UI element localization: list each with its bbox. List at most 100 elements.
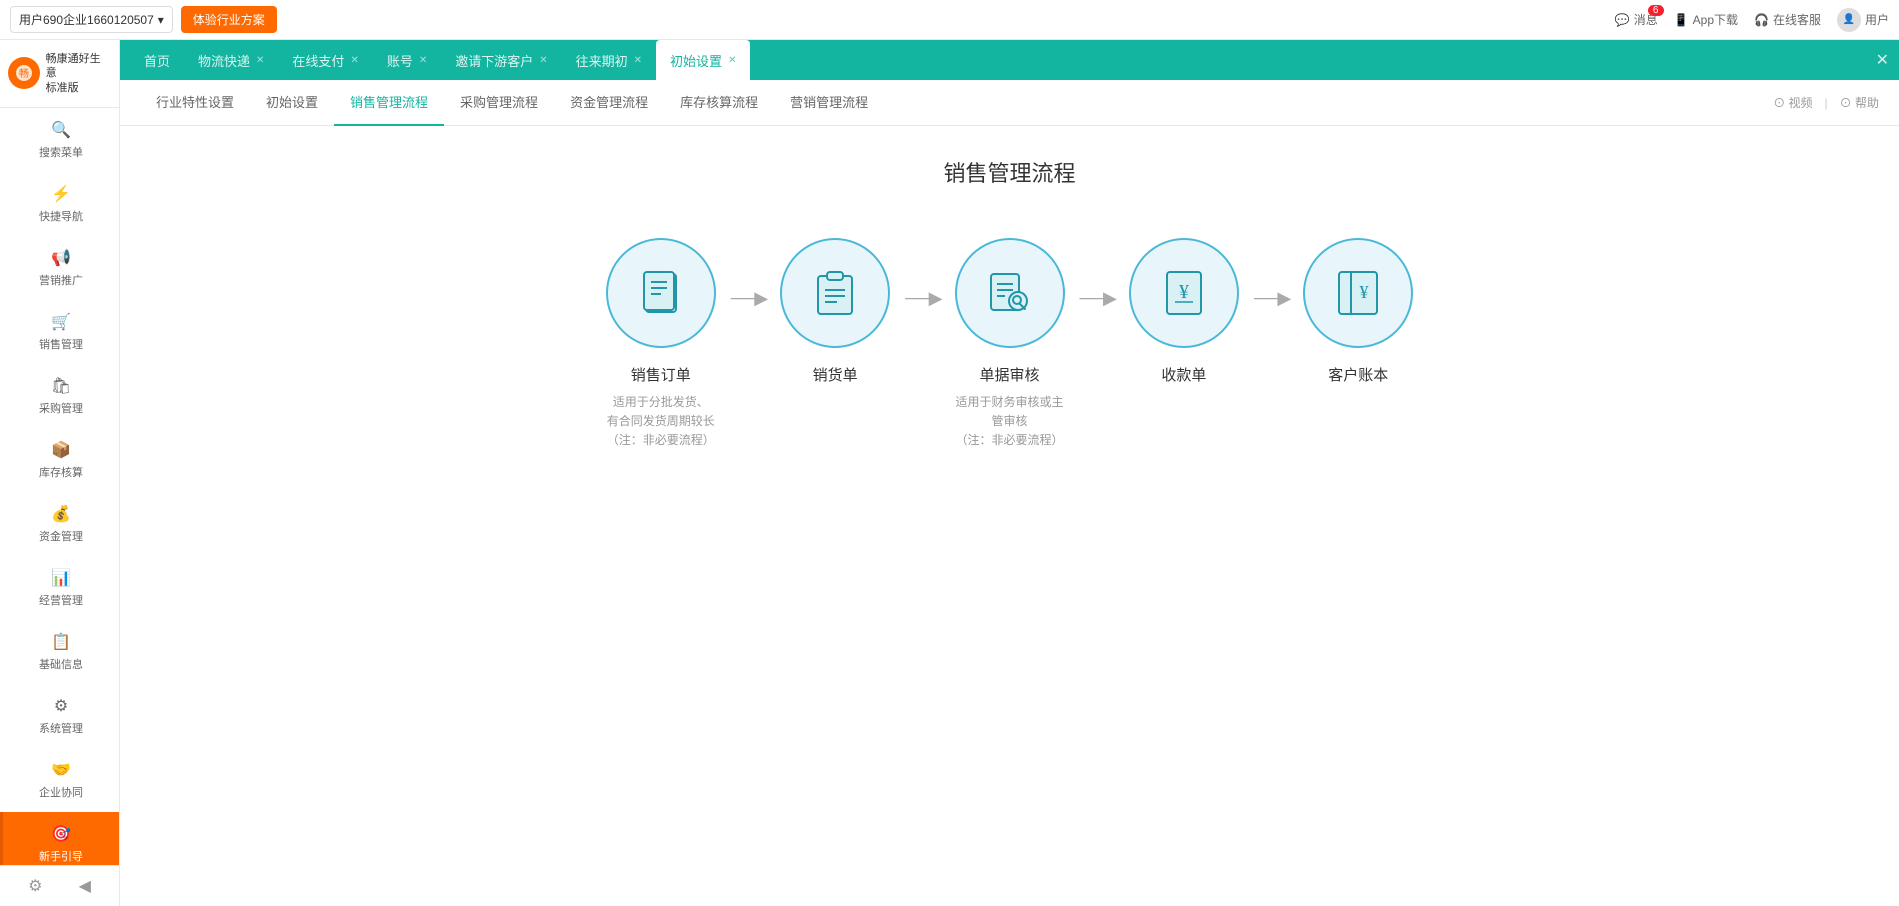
nav-tab-logistics[interactable]: 物流快递 ✕	[184, 40, 278, 80]
nav-close-btn[interactable]: ✕	[1876, 50, 1889, 70]
sidebar-label-sales: 销售管理	[39, 336, 83, 352]
flow-node-sales_order[interactable]: 销售订单 适用于分批发货、有合同发货周期较长（注：非必要流程）	[581, 238, 741, 451]
sub-tab-industry[interactable]: 行业特性设置	[140, 80, 250, 126]
nav-tab-account[interactable]: 账号 ✕	[373, 40, 441, 80]
sidebar-item-sales[interactable]: 🛒 销售管理	[0, 300, 119, 364]
sub-tab-marketing_flow[interactable]: 营销管理流程	[774, 80, 884, 126]
page-content: 行业特性设置初始设置销售管理流程采购管理流程资金管理流程库存核算流程营销管理流程…	[120, 80, 1899, 906]
nav-tab-label-invite: 邀请下游客户	[455, 51, 533, 70]
sub-tab-initial[interactable]: 初始设置	[250, 80, 334, 126]
flow-desc-audit: 适用于财务审核或主管审核（注：非必要流程）	[955, 393, 1063, 451]
sidebar-item-purchase[interactable]: 🛍采购管理	[0, 364, 119, 428]
flow-circle-sales_order	[606, 238, 716, 348]
flow-label-sales_order: 销售订单	[631, 364, 691, 385]
online-service-btn[interactable]: 🎧 在线客服	[1754, 11, 1821, 28]
sidebar-item-newuser[interactable]: 🎯新手引导	[0, 812, 119, 865]
newuser-icon: 🎯	[51, 824, 71, 844]
headset-icon: 🎧	[1754, 13, 1769, 27]
flow-node-customer_account[interactable]: ¥ 客户账本	[1278, 238, 1438, 393]
purchase-icon: 🛍	[51, 376, 71, 396]
search-icon: 🔍	[51, 120, 71, 140]
sub-tab-finance_flow[interactable]: 资金管理流程	[554, 80, 664, 126]
flow-desc-sales_order: 适用于分批发货、有合同发货周期较长（注：非必要流程）	[607, 393, 715, 451]
logo-line2: 标准版	[46, 81, 111, 95]
nav-tab-label-account: 账号	[387, 51, 413, 70]
message-icon: 💬	[1615, 13, 1630, 27]
top-bar-right: 💬 消息 6 📱 App下载 🎧 在线客服 👤 用户	[1615, 8, 1889, 32]
sub-tab-inventory_flow[interactable]: 库存核算流程	[664, 80, 774, 126]
sidebar-item-marketing[interactable]: 📢营销推广	[0, 236, 119, 300]
flow-node-audit[interactable]: 单据审核 适用于财务审核或主管审核（注：非必要流程）	[930, 238, 1090, 451]
nav-tab-payment[interactable]: 在线支付 ✕	[278, 40, 372, 80]
sales-icon: 🛒	[51, 312, 71, 332]
online-service-label: 在线客服	[1773, 11, 1821, 28]
nav-tab-close-account[interactable]: ✕	[419, 55, 427, 66]
sub-tabs: 行业特性设置初始设置销售管理流程采购管理流程资金管理流程库存核算流程营销管理流程…	[120, 80, 1899, 126]
flow-circle-customer_account: ¥	[1303, 238, 1413, 348]
nav-tab-home[interactable]: 首页	[130, 40, 184, 80]
sidebar-item-operation[interactable]: 📊 经营管理	[0, 556, 119, 620]
nav-tabs: 首页 物流快递 ✕ 在线支付 ✕ 账号 ✕ 邀请下游客户 ✕ 往来期初 ✕ 初始设置 ✕ ✕	[120, 40, 1899, 80]
sidebar-logo: 畅 畅康通好生意 标准版	[0, 40, 119, 108]
nav-tab-label-initial: 初始设置	[670, 51, 722, 70]
sidebar-label-system: 系统管理	[39, 720, 83, 736]
sidebar-item-finance[interactable]: 💰 资金管理	[0, 492, 119, 556]
nav-tab-close-logistics[interactable]: ✕	[256, 55, 264, 66]
flow-diagram: 销售订单 适用于分批发货、有合同发货周期较长（注：非必要流程） ─ ─ ▶ 销货…	[160, 238, 1859, 451]
settings-icon[interactable]: ⚙	[28, 876, 42, 896]
sub-tab-sales_flow[interactable]: 销售管理流程	[334, 80, 444, 126]
nav-tab-history[interactable]: 往来期初 ✕	[562, 40, 656, 80]
sidebar-label-operation: 经营管理	[39, 592, 83, 608]
svg-text:¥: ¥	[1360, 282, 1369, 302]
page-title: 销售管理流程	[160, 156, 1859, 188]
message-badge: 6	[1648, 5, 1664, 16]
user-avatar[interactable]: 👤 用户	[1837, 8, 1889, 32]
nav-tab-label-logistics: 物流快递	[198, 51, 250, 70]
nav-tab-close-payment[interactable]: ✕	[350, 55, 358, 66]
sub-tab-actions: ⊙ 视频 | ⊙ 帮助	[1773, 94, 1879, 111]
flow-label-delivery: 销货单	[813, 364, 858, 385]
nav-tab-initial[interactable]: 初始设置 ✕	[656, 40, 750, 80]
video-link[interactable]: ⊙ 视频	[1773, 94, 1812, 111]
sub-tab-purchase_flow[interactable]: 采购管理流程	[444, 80, 554, 126]
nav-tab-close-initial[interactable]: ✕	[728, 55, 736, 66]
nav-tab-invite[interactable]: 邀请下游客户 ✕	[441, 40, 561, 80]
logo-line1: 畅康通好生意	[46, 52, 111, 81]
app-download-btn[interactable]: 📱 App下载	[1674, 11, 1738, 28]
sidebar-item-basic[interactable]: 📋基础信息	[0, 620, 119, 684]
user-selector-text: 用户690企业1660120507	[19, 11, 154, 28]
message-btn[interactable]: 💬 消息 6	[1615, 11, 1658, 28]
sidebar-item-enterprise[interactable]: 🤝企业协同	[0, 748, 119, 812]
nav-tab-label-history: 往来期初	[576, 51, 628, 70]
flow-circle-delivery	[780, 238, 890, 348]
help-link[interactable]: ⊙ 帮助	[1840, 94, 1879, 111]
svg-text:畅: 畅	[19, 67, 29, 80]
trial-btn[interactable]: 体验行业方案	[181, 6, 277, 33]
operation-icon: 📊	[51, 568, 71, 588]
phone-icon: 📱	[1674, 13, 1689, 27]
flow-node-delivery[interactable]: 销货单	[755, 238, 915, 393]
nav-tab-close-invite[interactable]: ✕	[539, 55, 547, 66]
flow-circle-receipt: ¥	[1129, 238, 1239, 348]
nav-tab-label-home: 首页	[144, 51, 170, 70]
flow-circle-audit	[955, 238, 1065, 348]
flow-node-receipt[interactable]: ¥ 收款单	[1104, 238, 1264, 393]
sidebar-item-inventory[interactable]: 📦库存核算	[0, 428, 119, 492]
app-download-label: App下载	[1693, 11, 1738, 28]
finance-icon: 💰	[51, 504, 71, 524]
sidebar-label-finance: 资金管理	[39, 528, 83, 544]
sidebar-item-system[interactable]: ⚙ 系统管理	[0, 684, 119, 748]
user-selector[interactable]: 用户690企业1660120507 ▾	[10, 6, 173, 33]
flow-label-audit: 单据审核	[979, 364, 1039, 385]
user-name: 用户	[1865, 11, 1889, 28]
sidebar-items: 🔍搜索菜单⚡快捷导航📢营销推广 🛒 销售管理 🛍采购管理📦库存核算 💰 资金管理 📊 经营管理…	[0, 108, 119, 865]
sidebar-bottom: ⚙ ◀	[0, 865, 119, 906]
nav-tab-label-payment: 在线支付	[292, 51, 344, 70]
nav-tab-close-history[interactable]: ✕	[634, 55, 642, 66]
sidebar-item-search[interactable]: 🔍搜索菜单	[0, 108, 119, 172]
marketing-icon: 📢	[51, 248, 71, 268]
system-icon: ⚙	[54, 696, 68, 716]
sidebar-item-quicknav[interactable]: ⚡快捷导航	[0, 172, 119, 236]
sidebar-label-enterprise: 企业协同	[39, 784, 83, 800]
collapse-icon[interactable]: ◀	[79, 876, 91, 896]
